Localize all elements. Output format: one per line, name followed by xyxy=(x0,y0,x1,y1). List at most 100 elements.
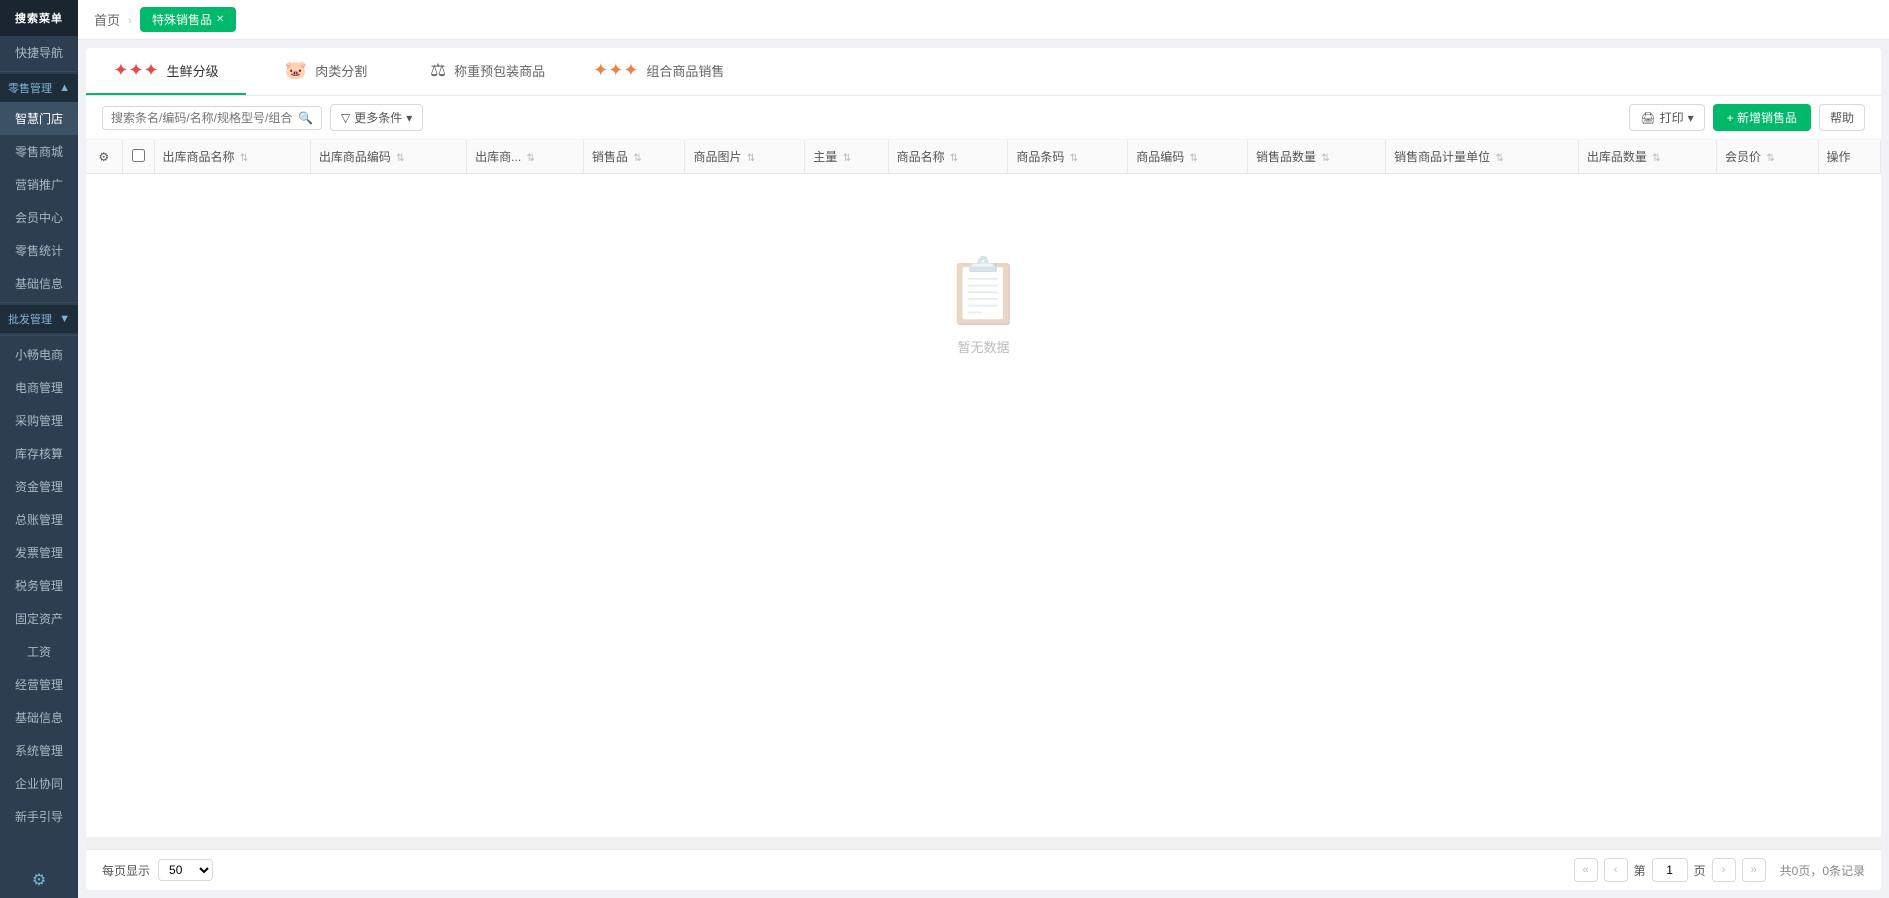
last-page-button[interactable]: » xyxy=(1742,858,1766,882)
pagination-left: 每页显示 50 100 200 xyxy=(102,859,213,881)
sidebar-item-inventory[interactable]: 库存核算 xyxy=(0,437,78,470)
th-outbound-code[interactable]: 出库商品编码 ⇅ xyxy=(310,140,466,174)
sort-icon-outbound-code: ⇅ xyxy=(396,153,404,164)
print-icon: 🖨 xyxy=(1640,111,1655,125)
tab-combo-icon: ✦✦✦ xyxy=(593,60,638,81)
tab-meat-cutting[interactable]: 🐷 肉类分割 xyxy=(246,48,406,95)
th-main-qty[interactable]: 主量 ⇅ xyxy=(805,140,888,174)
search-input-wrapper: 🔍 xyxy=(102,106,322,130)
page-input[interactable] xyxy=(1652,858,1688,882)
sort-icon-barcode: ⇅ xyxy=(1070,153,1078,164)
print-button[interactable]: 🖨 打印 ▾ xyxy=(1629,104,1704,131)
print-chevron-icon: ▾ xyxy=(1688,111,1694,125)
sidebar-item-salary[interactable]: 工资 xyxy=(0,635,78,668)
first-page-button[interactable]: « xyxy=(1574,858,1598,882)
sidebar-item-ledger[interactable]: 总账管理 xyxy=(0,503,78,536)
empty-text: 暂无数据 xyxy=(957,337,1009,356)
toolbar: 🔍 ▽ 更多条件 ▾ 🖨 打印 ▾ + 新增销售品 帮助 xyxy=(86,96,1881,140)
divider-2 xyxy=(0,302,78,303)
sidebar-logo[interactable]: 搜索菜单 xyxy=(0,0,78,36)
th-sale-qty[interactable]: 销售品数量 ⇅ xyxy=(1248,140,1386,174)
main-content: 首页 › 特殊销售品 ✕ ✦✦✦ 生鲜分级 🐷 肉类分割 ⚖ 称重预包装商品 ✦… xyxy=(78,0,1889,898)
th-member-price[interactable]: 会员价 ⇅ xyxy=(1716,140,1818,174)
sort-icon-product-name: ⇅ xyxy=(950,153,958,164)
sidebar-item-enterprise[interactable]: 企业协同 xyxy=(0,767,78,800)
tab-scale-prepacked[interactable]: ⚖ 称重预包装商品 xyxy=(406,48,569,95)
tab-close-icon[interactable]: ✕ xyxy=(216,14,224,25)
sort-icon-member-price: ⇅ xyxy=(1766,153,1774,164)
breadcrumb-current-tab[interactable]: 特殊销售品 ✕ xyxy=(140,7,236,32)
th-checkbox[interactable] xyxy=(122,140,154,174)
th-barcode[interactable]: 商品条码 ⇅ xyxy=(1008,140,1128,174)
th-outbound-name[interactable]: 出库商品名称 ⇅ xyxy=(154,140,310,174)
sort-icon-product-code: ⇅ xyxy=(1190,153,1198,164)
sort-icon-sale-qty: ⇅ xyxy=(1321,153,1329,164)
sidebar-item-fixed-assets[interactable]: 固定资产 xyxy=(0,602,78,635)
th-product-name[interactable]: 商品名称 ⇅ xyxy=(888,140,1008,174)
horizontal-scrollbar[interactable] xyxy=(86,837,1881,849)
sort-icon-sale-product: ⇅ xyxy=(633,153,641,164)
breadcrumb-separator: › xyxy=(128,13,132,27)
sidebar-item-finance[interactable]: 资金管理 xyxy=(0,470,78,503)
sidebar-item-purchase[interactable]: 采购管理 xyxy=(0,404,78,437)
sort-icon-image: ⇅ xyxy=(747,153,755,164)
sidebar-item-tax[interactable]: 税务管理 xyxy=(0,569,78,602)
tab-fresh-label: 生鲜分级 xyxy=(167,61,219,80)
filter-button[interactable]: ▽ 更多条件 ▾ xyxy=(330,104,423,131)
sidebar-section-batch[interactable]: 批发管理 ▼ xyxy=(0,305,78,333)
scrollbar-inner xyxy=(86,837,1881,838)
tab-scale-label: 称重预包装商品 xyxy=(454,61,545,80)
next-page-button[interactable]: › xyxy=(1712,858,1736,882)
data-table: ⚙ 出库商品名称 ⇅ 出库商品编码 ⇅ 出库商... ⇅ xyxy=(86,140,1881,174)
help-button[interactable]: 帮助 xyxy=(1819,104,1865,131)
per-page-label: 每页显示 xyxy=(102,862,150,879)
sidebar-item-ecommerce-mgmt[interactable]: 电商管理 xyxy=(0,371,78,404)
sidebar: 搜索菜单 快捷导航 零售管理 ▲ 智慧门店 零售商城 营销推广 会员中心 零售统… xyxy=(0,0,78,898)
sort-icon-outbound-qty: ⇅ xyxy=(1652,153,1660,164)
th-gear[interactable]: ⚙ xyxy=(86,140,122,174)
sidebar-item-member[interactable]: 会员中心 xyxy=(0,201,78,234)
pagination-right: « ‹ 第 页 › » 共0页，0条记录 xyxy=(1574,858,1865,882)
sidebar-item-operations[interactable]: 经营管理 xyxy=(0,668,78,701)
th-unit[interactable]: 销售商品计量单位 ⇅ xyxy=(1386,140,1579,174)
gear-icon[interactable]: ⚙ xyxy=(0,862,78,898)
page-label: 页 xyxy=(1694,862,1706,879)
th-outbound-type[interactable]: 出库商... ⇅ xyxy=(467,140,584,174)
tab-scale-icon: ⚖ xyxy=(430,60,446,81)
page-content: ✦✦✦ 生鲜分级 🐷 肉类分割 ⚖ 称重预包装商品 ✦✦✦ 组合商品销售 🔍 xyxy=(86,48,1881,890)
filter-chevron-icon: ▾ xyxy=(406,111,412,125)
th-sale-product[interactable]: 销售品 ⇅ xyxy=(583,140,685,174)
sort-icon-outbound-name: ⇅ xyxy=(240,153,248,164)
per-page-select[interactable]: 50 100 200 xyxy=(158,859,213,881)
search-input[interactable] xyxy=(111,111,294,125)
tab-combo-sales[interactable]: ✦✦✦ 组合商品销售 xyxy=(569,48,748,95)
sidebar-item-ecommerce-small[interactable]: 小畅电商 xyxy=(0,338,78,371)
sidebar-item-system[interactable]: 系统管理 xyxy=(0,734,78,767)
sort-icon-unit: ⇅ xyxy=(1495,153,1503,164)
prev-page-button[interactable]: ‹ xyxy=(1604,858,1628,882)
divider-3 xyxy=(0,335,78,336)
sidebar-item-quick-nav[interactable]: 快捷导航 xyxy=(0,36,78,69)
sidebar-item-marketing[interactable]: 营销推广 xyxy=(0,168,78,201)
sidebar-item-retail-mall[interactable]: 零售商城 xyxy=(0,135,78,168)
sidebar-item-basic-info[interactable]: 基础信息 xyxy=(0,701,78,734)
search-icon[interactable]: 🔍 xyxy=(298,111,313,125)
th-outbound-qty[interactable]: 出库品数量 ⇅ xyxy=(1578,140,1716,174)
th-action: 操作 xyxy=(1818,140,1880,174)
sidebar-section-retail[interactable]: 零售管理 ▲ xyxy=(0,74,78,102)
sort-icon-main-qty: ⇅ xyxy=(843,153,851,164)
sidebar-item-basic-info-retail[interactable]: 基础信息 xyxy=(0,267,78,300)
select-all-checkbox[interactable] xyxy=(132,149,145,162)
tab-fresh-grading[interactable]: ✦✦✦ 生鲜分级 xyxy=(86,48,246,95)
sidebar-item-retail-stats[interactable]: 零售统计 xyxy=(0,234,78,267)
sidebar-item-smart-store[interactable]: 智慧门店 xyxy=(0,102,78,135)
sidebar-item-guide[interactable]: 新手引导 xyxy=(0,800,78,833)
sidebar-item-invoice[interactable]: 发票管理 xyxy=(0,536,78,569)
breadcrumb-home[interactable]: 首页 xyxy=(94,10,120,29)
empty-state: 📋 暂无数据 xyxy=(86,174,1881,436)
th-product-code[interactable]: 商品编码 ⇅ xyxy=(1128,140,1248,174)
add-button[interactable]: + 新增销售品 xyxy=(1713,104,1811,131)
table-container: ⚙ 出库商品名称 ⇅ 出库商品编码 ⇅ 出库商... ⇅ xyxy=(86,140,1881,837)
th-image[interactable]: 商品图片 ⇅ xyxy=(685,140,805,174)
divider-1 xyxy=(0,71,78,72)
